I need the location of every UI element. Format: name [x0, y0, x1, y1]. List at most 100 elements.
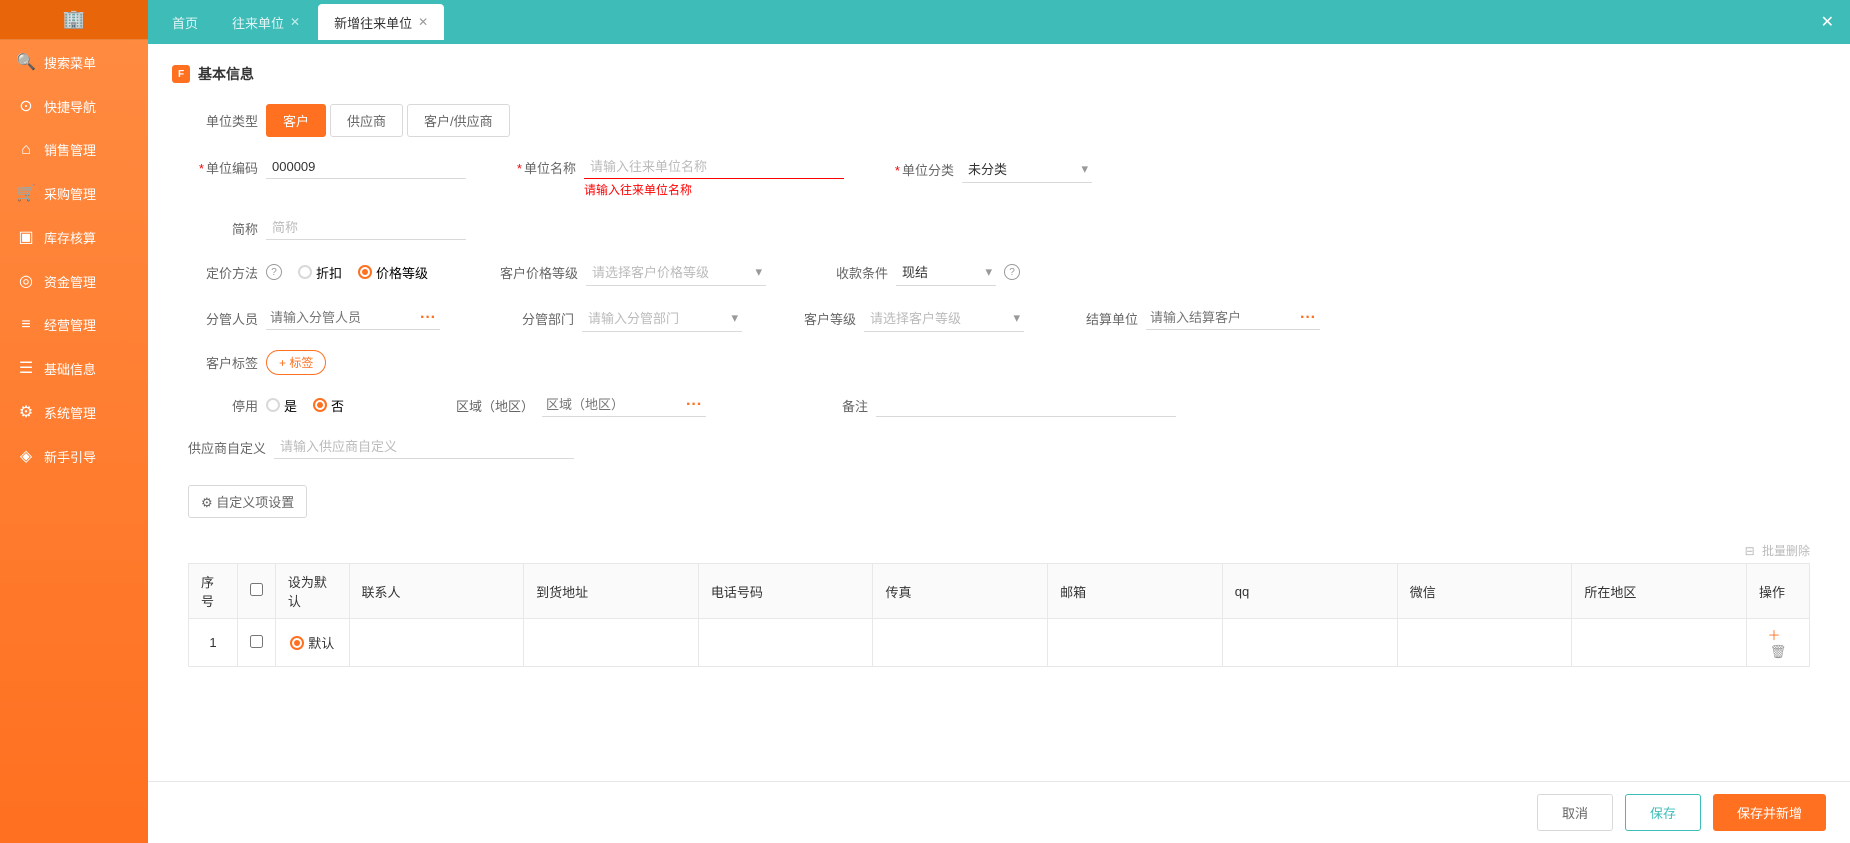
- unit-code-input[interactable]: [266, 155, 466, 179]
- short-name-input[interactable]: [266, 216, 466, 240]
- sidebar-item-label: 快捷导航: [44, 97, 96, 116]
- pricing-discount-option[interactable]: 折扣: [298, 263, 342, 282]
- unit-category-select-wrapper[interactable]: 未分类: [962, 155, 1092, 183]
- customer-tag-label: 客户标签: [188, 353, 258, 372]
- add-row-btn[interactable]: ＋: [1767, 628, 1780, 643]
- sidebar-item-label: 基础信息: [44, 359, 96, 378]
- disabled-label: 停用: [188, 396, 258, 415]
- cancel-button[interactable]: 取消: [1537, 794, 1613, 831]
- custom-settings-button[interactable]: ⚙ 自定义项设置: [188, 485, 307, 518]
- unit-type-supplier-btn[interactable]: 供应商: [330, 104, 403, 137]
- col-phone: 电话号码: [698, 564, 873, 619]
- payment-terms-label: 收款条件: [818, 263, 888, 282]
- default-radio-item[interactable]: 默认: [288, 633, 337, 652]
- region-input[interactable]: [542, 393, 682, 416]
- remarks-label: 备注: [798, 396, 868, 415]
- manager-field: 分管人员 ···: [188, 306, 440, 330]
- contact-table-section: 序号 设为默认 联系人 到货地址 电话号码 传真 邮箱 qq 微信 所在地区 操…: [172, 563, 1826, 667]
- col-seq: 序号: [189, 564, 238, 619]
- customer-price-level-placeholder: 请选择客户价格等级: [586, 258, 766, 286]
- cell-wechat: [1397, 619, 1572, 667]
- tab-counterparty-close[interactable]: ✕: [290, 15, 300, 29]
- table-header-row: 序号 设为默认 联系人 到货地址 电话号码 传真 邮箱 qq 微信 所在地区 操…: [189, 564, 1810, 619]
- sidebar-item-operations[interactable]: ≡ 经营管理: [0, 303, 148, 346]
- batch-delete-btn[interactable]: ⊟ 批量删除: [1745, 544, 1810, 558]
- save-button[interactable]: 保存: [1625, 794, 1701, 831]
- disabled-no-option[interactable]: 否: [313, 396, 344, 415]
- sidebar-item-quick-nav[interactable]: ⊙ 快捷导航: [0, 84, 148, 128]
- phone-input[interactable]: [711, 635, 861, 650]
- sidebar-item-basic-info[interactable]: ☰ 基础信息: [0, 346, 148, 390]
- sidebar-item-finance[interactable]: ◎ 资金管理: [0, 259, 148, 303]
- department-select[interactable]: 请输入分管部门: [582, 304, 742, 332]
- select-all-checkbox[interactable]: [250, 583, 263, 596]
- customer-level-field: 客户等级 请选择客户等级: [786, 304, 1024, 332]
- search-icon: 🔍: [16, 52, 36, 72]
- disabled-yes-radio: [266, 398, 280, 412]
- unit-type-label: 单位类型: [188, 111, 258, 130]
- unit-category-label: 单位分类: [884, 160, 954, 179]
- region-input-wrapper: ···: [542, 393, 706, 417]
- disabled-no-label: 否: [331, 396, 344, 415]
- delete-row-btn[interactable]: 🗑: [1770, 644, 1787, 659]
- tab-new-counterparty[interactable]: 新增往来单位 ✕: [318, 4, 444, 40]
- unit-name-input[interactable]: [584, 155, 844, 179]
- table-region-input[interactable]: [1584, 635, 1734, 650]
- email-input[interactable]: [1060, 635, 1210, 650]
- contact-input[interactable]: [362, 635, 512, 650]
- col-region: 所在地区: [1572, 564, 1747, 619]
- pricing-level-option[interactable]: 价格等级: [358, 263, 428, 282]
- manager-more-btn[interactable]: ···: [416, 309, 440, 327]
- col-qq: qq: [1222, 564, 1397, 619]
- tab-new-counterparty-close[interactable]: ✕: [418, 15, 428, 29]
- pricing-help-icon[interactable]: ?: [266, 264, 282, 280]
- sidebar-item-purchase[interactable]: 🛒 采购管理: [0, 171, 148, 215]
- sidebar-item-guide[interactable]: ◈ 新手引导: [0, 434, 148, 478]
- settlement-unit-more-btn[interactable]: ···: [1296, 309, 1320, 327]
- wechat-input[interactable]: [1410, 635, 1560, 650]
- unit-code-name-row: 单位编码 单位名称 请输入往来单位名称 单位分类 未分类: [188, 155, 1810, 198]
- unit-type-both-btn[interactable]: 客户/供应商: [407, 104, 510, 137]
- region-more-btn[interactable]: ···: [682, 396, 706, 414]
- settlement-unit-field: 结算单位 ···: [1068, 306, 1320, 330]
- sidebar-item-system[interactable]: ⚙ 系统管理: [0, 390, 148, 434]
- fax-input[interactable]: [885, 635, 1035, 650]
- col-ops: 操作: [1747, 564, 1810, 619]
- qq-input[interactable]: [1235, 635, 1385, 650]
- box-icon: ▣: [16, 227, 36, 247]
- customer-level-select[interactable]: 请选择客户等级: [864, 304, 1024, 332]
- unit-code-field: 单位编码: [188, 155, 466, 179]
- manager-input[interactable]: [266, 306, 416, 329]
- cell-checkbox[interactable]: [237, 619, 275, 667]
- remarks-input[interactable]: [876, 393, 1176, 417]
- tab-home[interactable]: 首页: [156, 4, 214, 40]
- short-name-row: 简称: [188, 216, 1810, 240]
- sidebar-item-inventory[interactable]: ▣ 库存核算: [0, 215, 148, 259]
- col-fax: 传真: [873, 564, 1048, 619]
- tab-counterparty[interactable]: 往来单位 ✕: [216, 4, 316, 40]
- unit-type-customer-btn[interactable]: 客户: [266, 104, 326, 137]
- batch-delete-icon: ⊟: [1745, 544, 1755, 558]
- pricing-discount-label: 折扣: [316, 263, 342, 282]
- pricing-radio-group: 折扣 价格等级: [298, 263, 428, 282]
- lightning-icon: ⊙: [16, 96, 36, 116]
- page-content: F 基本信息 单位类型 客户 供应商 客户/供应商 单位编码: [148, 44, 1850, 781]
- window-close-button[interactable]: ✕: [1813, 8, 1842, 36]
- save-and-new-button[interactable]: 保存并新增: [1713, 794, 1826, 831]
- customer-price-level-select[interactable]: 请选择客户价格等级: [586, 258, 766, 286]
- sidebar-item-search[interactable]: 🔍 搜索菜单: [0, 40, 148, 84]
- settlement-unit-input[interactable]: [1146, 306, 1296, 329]
- add-tag-button[interactable]: + 标签: [266, 350, 326, 375]
- sidebar-item-label: 新手引导: [44, 447, 96, 466]
- disabled-yes-option[interactable]: 是: [266, 396, 297, 415]
- payment-terms-select[interactable]: 现结: [896, 258, 996, 286]
- department-field: 分管部门 请输入分管部门: [504, 304, 742, 332]
- row-checkbox[interactable]: [250, 635, 263, 648]
- sidebar-item-sales[interactable]: ⌂ 销售管理: [0, 128, 148, 171]
- pricing-discount-radio: [298, 265, 312, 279]
- address-input[interactable]: [536, 635, 686, 650]
- payment-terms-help-icon[interactable]: ?: [1004, 264, 1020, 280]
- sidebar-item-label: 系统管理: [44, 403, 96, 422]
- col-checkbox: [237, 564, 275, 619]
- supplier-custom-input[interactable]: [274, 435, 574, 459]
